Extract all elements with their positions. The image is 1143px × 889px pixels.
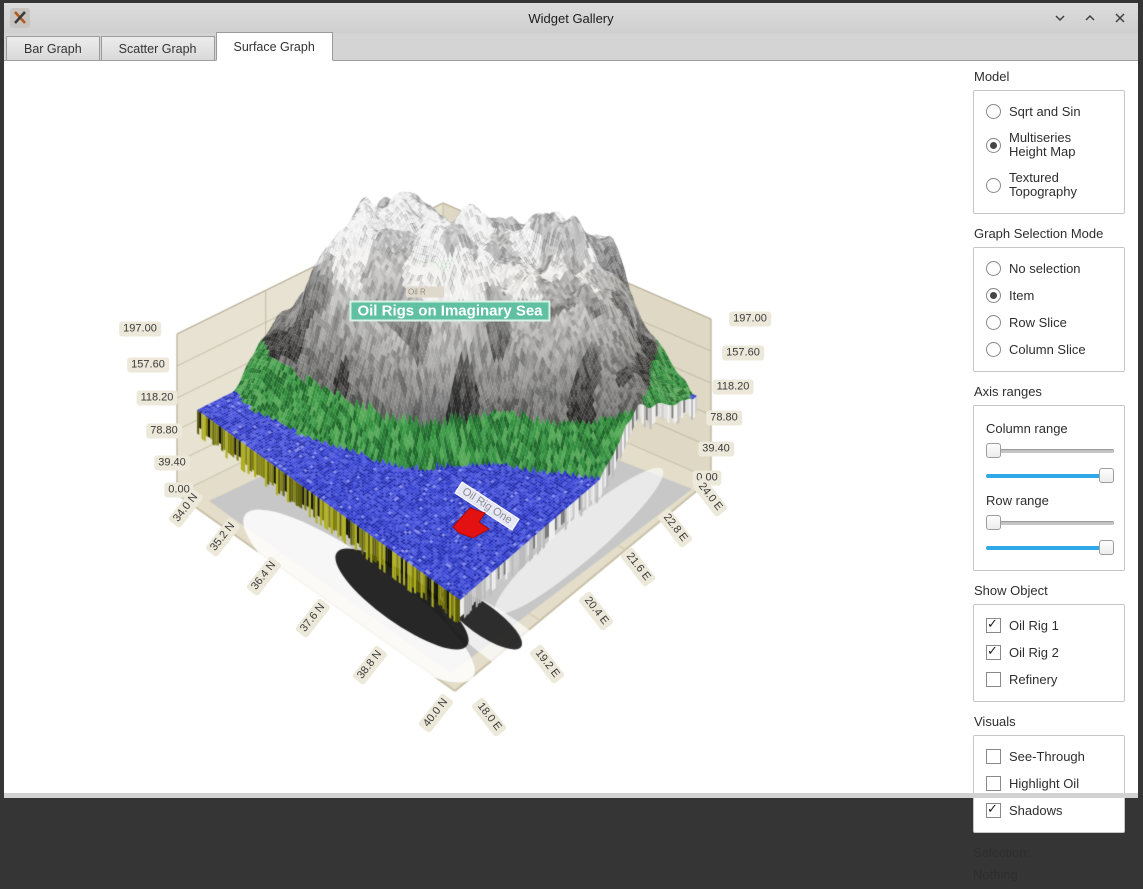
- show-object-group: Oil Rig 1 Oil Rig 2 Refinery: [973, 604, 1125, 702]
- slider-handle[interactable]: [986, 443, 1001, 458]
- height-tick: 157.60: [127, 358, 169, 373]
- checkbox-label: Oil Rig 2: [1009, 646, 1105, 660]
- checkbox-oil-rig-1[interactable]: Oil Rig 1: [986, 618, 1114, 633]
- visuals-group: See-Through Highlight Oil Shadows: [973, 735, 1125, 833]
- maximize-button[interactable]: [1080, 7, 1100, 29]
- surface-graph-page: 197.00 157.60 118.20 78.80 39.40 0.00 19…: [4, 60, 1138, 793]
- radio-no-selection[interactable]: No selection: [986, 261, 1114, 276]
- checkbox-highlight-oil[interactable]: Highlight Oil: [986, 776, 1114, 791]
- model-group: Sqrt and Sin Multiseries Height Map Text…: [973, 90, 1125, 214]
- height-tick: 39.40: [698, 442, 734, 457]
- column-range-label: Column range: [986, 421, 1114, 436]
- control-panel: Model Sqrt and Sin Multiseries Height Ma…: [973, 69, 1125, 889]
- radio-icon: [986, 138, 1001, 153]
- slider-track-filled: [986, 546, 1114, 550]
- tab-scatter-graph[interactable]: Scatter Graph: [101, 36, 215, 60]
- window-bottom-strip: [4, 793, 1138, 798]
- height-tick: 39.40: [154, 456, 190, 471]
- radio-icon: [986, 104, 1001, 119]
- checkbox-icon: [986, 672, 1001, 687]
- checkbox-icon: [986, 749, 1001, 764]
- axis-ranges-group: Column range Row range: [973, 405, 1125, 571]
- radio-item[interactable]: Item: [986, 288, 1114, 303]
- tab-bar-graph[interactable]: Bar Graph: [6, 36, 100, 60]
- radio-icon: [986, 342, 1001, 357]
- radio-label: Sqrt and Sin: [1009, 105, 1105, 119]
- minimize-button[interactable]: [1050, 7, 1070, 29]
- height-tick: 118.20: [137, 391, 178, 406]
- height-tick: 157.60: [722, 346, 764, 361]
- checkbox-label: See-Through: [1009, 750, 1105, 764]
- checkbox-oil-rig-2[interactable]: Oil Rig 2: [986, 645, 1114, 660]
- slider-handle[interactable]: [1099, 468, 1114, 483]
- app-logo-icon: [10, 8, 30, 28]
- radio-multiseries-height-map[interactable]: Multiseries Height Map: [986, 131, 1114, 159]
- checkbox-see-through[interactable]: See-Through: [986, 749, 1114, 764]
- axis-ranges-heading: Axis ranges: [974, 384, 1125, 399]
- height-tick: 197.00: [119, 322, 161, 337]
- radio-icon: [986, 315, 1001, 330]
- slider-track: [986, 449, 1114, 453]
- radio-row-slice[interactable]: Row Slice: [986, 315, 1114, 330]
- row-range-max-slider[interactable]: [986, 540, 1114, 556]
- height-tick: 197.00: [729, 312, 771, 327]
- window-title: Widget Gallery: [4, 11, 1138, 26]
- slider-track-filled: [986, 474, 1114, 478]
- checkbox-icon: [986, 803, 1001, 818]
- slider-handle[interactable]: [986, 515, 1001, 530]
- checkbox-label: Oil Rig 1: [1009, 619, 1105, 633]
- checkbox-shadows[interactable]: Shadows: [986, 803, 1114, 818]
- radio-label: Textured Topography: [1009, 171, 1105, 199]
- height-tick: 118.20: [713, 380, 754, 395]
- chevron-up-icon: [1084, 12, 1096, 24]
- column-range-min-slider[interactable]: [986, 443, 1114, 459]
- radio-label: Row Slice: [1009, 316, 1105, 330]
- radio-label: No selection: [1009, 262, 1105, 276]
- radio-sqrt-and-sin[interactable]: Sqrt and Sin: [986, 104, 1114, 119]
- radio-label: Multiseries Height Map: [1009, 131, 1105, 159]
- checkbox-icon: [986, 618, 1001, 633]
- widget-gallery-window: { "window": { "title": "Widget Gallery" …: [0, 0, 1143, 806]
- radio-icon: [986, 288, 1001, 303]
- surface-chart: 197.00 157.60 118.20 78.80 39.40 0.00 19…: [4, 61, 969, 794]
- slider-track: [986, 521, 1114, 525]
- title-bar[interactable]: Widget Gallery: [4, 3, 1138, 33]
- close-button[interactable]: [1110, 7, 1130, 29]
- selection-mode-group: No selection Item Row Slice Column Slice: [973, 247, 1125, 372]
- model-heading: Model: [974, 69, 1125, 84]
- chart-title-label: Oil Rigs on Imaginary Sea: [349, 301, 550, 322]
- selection-block: Selection: Nothing: [973, 845, 1125, 882]
- height-tick: 78.80: [706, 411, 742, 426]
- chevron-down-icon: [1054, 12, 1066, 24]
- radio-textured-topography[interactable]: Textured Topography: [986, 171, 1114, 199]
- height-tick: 78.80: [146, 424, 182, 439]
- radio-label: Column Slice: [1009, 343, 1105, 357]
- tab-bar: Bar Graph Scatter Graph Surface Graph: [4, 33, 1138, 60]
- occluded-rig-label: Oil R: [406, 287, 444, 298]
- slider-handle[interactable]: [1099, 540, 1114, 555]
- checkbox-icon: [986, 776, 1001, 791]
- checkbox-label: Refinery: [1009, 673, 1105, 687]
- row-range-label: Row range: [986, 493, 1114, 508]
- selection-label: Selection:: [973, 845, 1125, 860]
- checkbox-label: Highlight Oil: [1009, 777, 1105, 791]
- checkbox-refinery[interactable]: Refinery: [986, 672, 1114, 687]
- radio-icon: [986, 178, 1001, 193]
- radio-label: Item: [1009, 289, 1105, 303]
- selection-value: Nothing: [973, 867, 1125, 882]
- visuals-heading: Visuals: [974, 714, 1125, 729]
- selection-mode-heading: Graph Selection Mode: [974, 226, 1125, 241]
- radio-column-slice[interactable]: Column Slice: [986, 342, 1114, 357]
- row-range-min-slider[interactable]: [986, 515, 1114, 531]
- close-icon: [1114, 12, 1126, 24]
- radio-icon: [986, 261, 1001, 276]
- tab-surface-graph[interactable]: Surface Graph: [216, 32, 333, 61]
- selected-item-marker-icon[interactable]: [450, 505, 496, 543]
- show-object-heading: Show Object: [974, 583, 1125, 598]
- checkbox-icon: [986, 645, 1001, 660]
- column-range-max-slider[interactable]: [986, 468, 1114, 484]
